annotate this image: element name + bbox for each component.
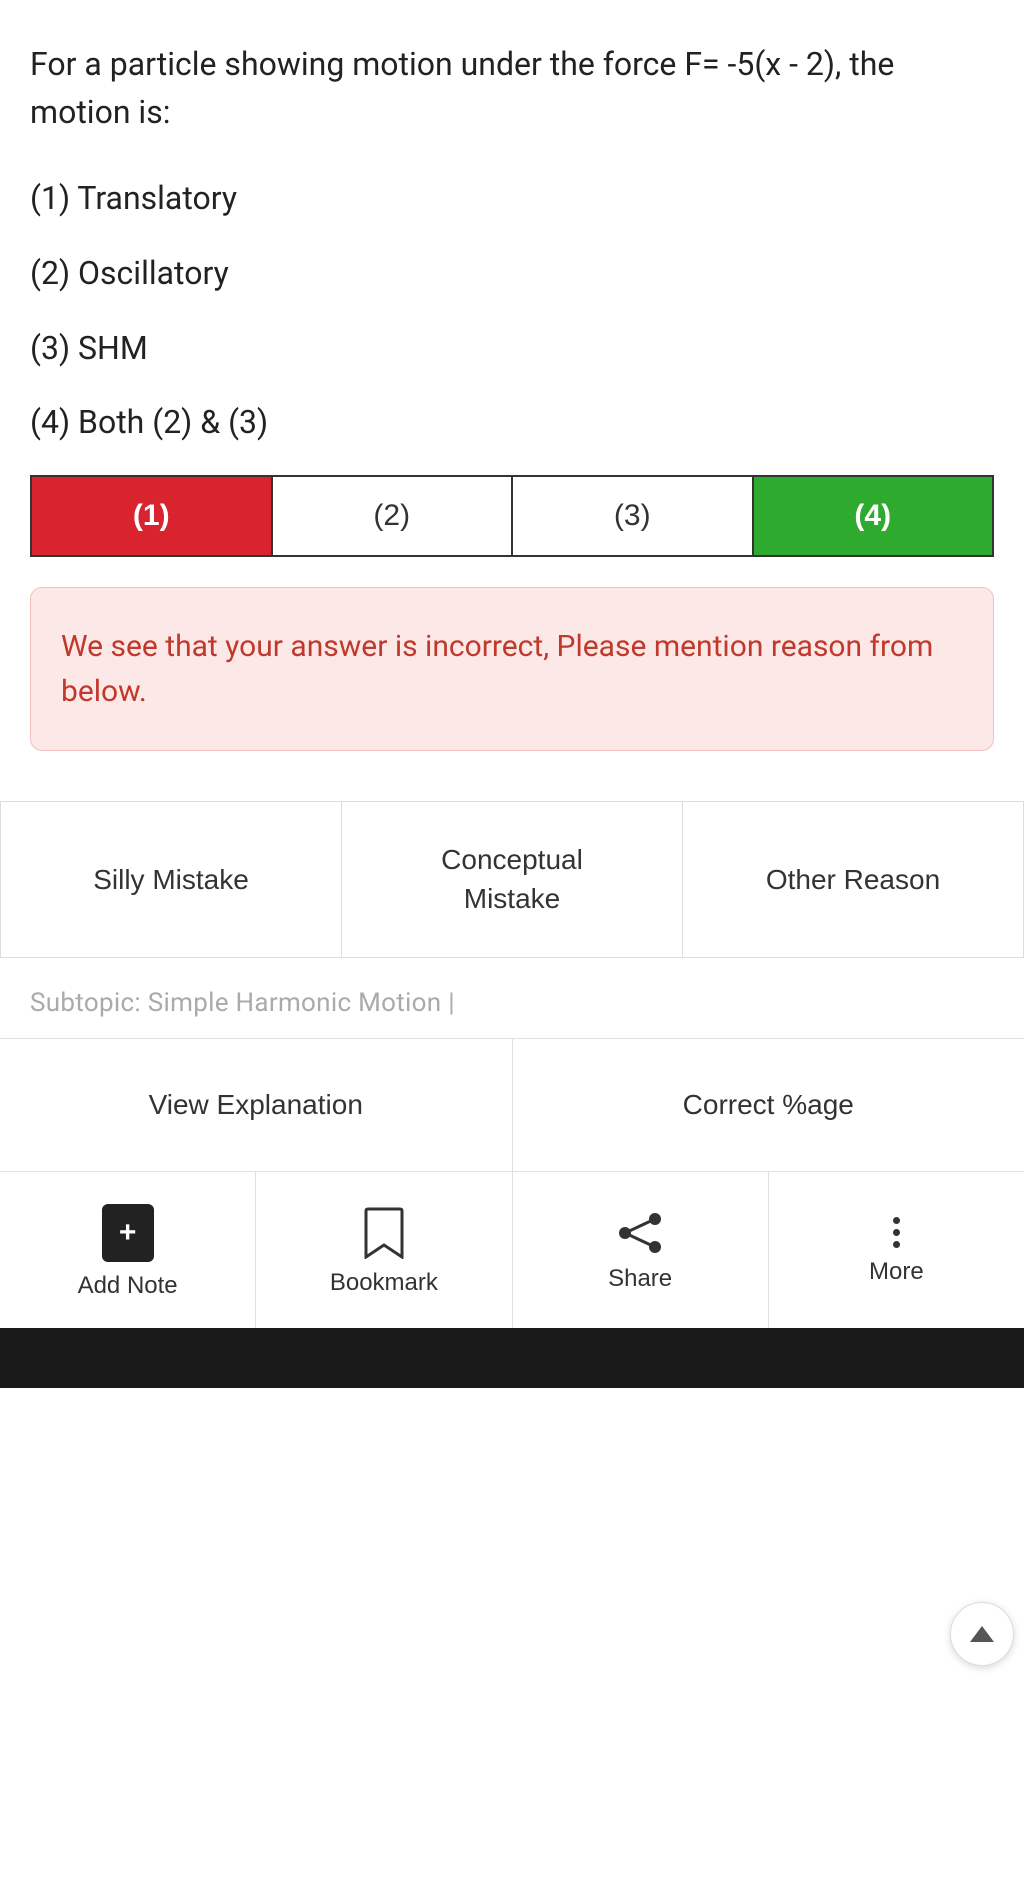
action-row: View Explanation Correct %age (0, 1038, 1024, 1171)
reason-other[interactable]: Other Reason (683, 802, 1023, 956)
question-container: For a particle showing motion under the … (0, 0, 1024, 791)
share-label: Share (608, 1265, 672, 1293)
share-button[interactable]: Share (513, 1172, 769, 1328)
dark-bottom-bar (0, 1328, 1024, 1388)
bookmark-icon (364, 1207, 404, 1259)
options-list: (1) Translatory (2) Oscillatory (3) SHM … (30, 176, 994, 445)
answer-btn-2[interactable]: (2) (273, 477, 514, 555)
share-icon (615, 1211, 665, 1255)
more-label: More (869, 1258, 924, 1286)
bookmark-button[interactable]: Bookmark (256, 1172, 512, 1328)
more-icon (893, 1217, 900, 1248)
view-explanation-button[interactable]: View Explanation (0, 1039, 513, 1171)
incorrect-message: We see that your answer is incorrect, Pl… (61, 624, 963, 714)
option-1: (1) Translatory (30, 176, 994, 221)
bookmark-label: Bookmark (330, 1269, 438, 1297)
reason-conceptual-mistake[interactable]: ConceptualMistake (342, 802, 683, 956)
option-3: (3) SHM (30, 326, 994, 371)
option-2: (2) Oscillatory (30, 251, 994, 296)
answer-buttons-group: (1) (2) (3) (4) (30, 475, 994, 557)
scroll-up-button[interactable] (950, 1602, 1014, 1666)
more-button[interactable]: More (769, 1172, 1024, 1328)
answer-btn-4[interactable]: (4) (754, 477, 993, 555)
subtopic-text: Subtopic: Simple Harmonic Motion | (0, 978, 1024, 1038)
reason-buttons-group: Silly Mistake ConceptualMistake Other Re… (0, 801, 1024, 957)
question-text: For a particle showing motion under the … (30, 40, 994, 136)
add-note-button[interactable]: Add Note (0, 1172, 256, 1328)
correct-percentage-button[interactable]: Correct %age (513, 1039, 1024, 1171)
incorrect-feedback-box: We see that your answer is incorrect, Pl… (30, 587, 994, 751)
reason-silly-mistake[interactable]: Silly Mistake (1, 802, 342, 956)
answer-btn-1[interactable]: (1) (32, 477, 273, 555)
answer-btn-3[interactable]: (3) (513, 477, 754, 555)
chevron-up-icon (970, 1626, 994, 1642)
add-note-label: Add Note (78, 1272, 178, 1300)
bottom-bar: Add Note Bookmark Share More (0, 1171, 1024, 1328)
option-4: (4) Both (2) & (3) (30, 400, 994, 445)
add-note-icon (102, 1204, 154, 1262)
